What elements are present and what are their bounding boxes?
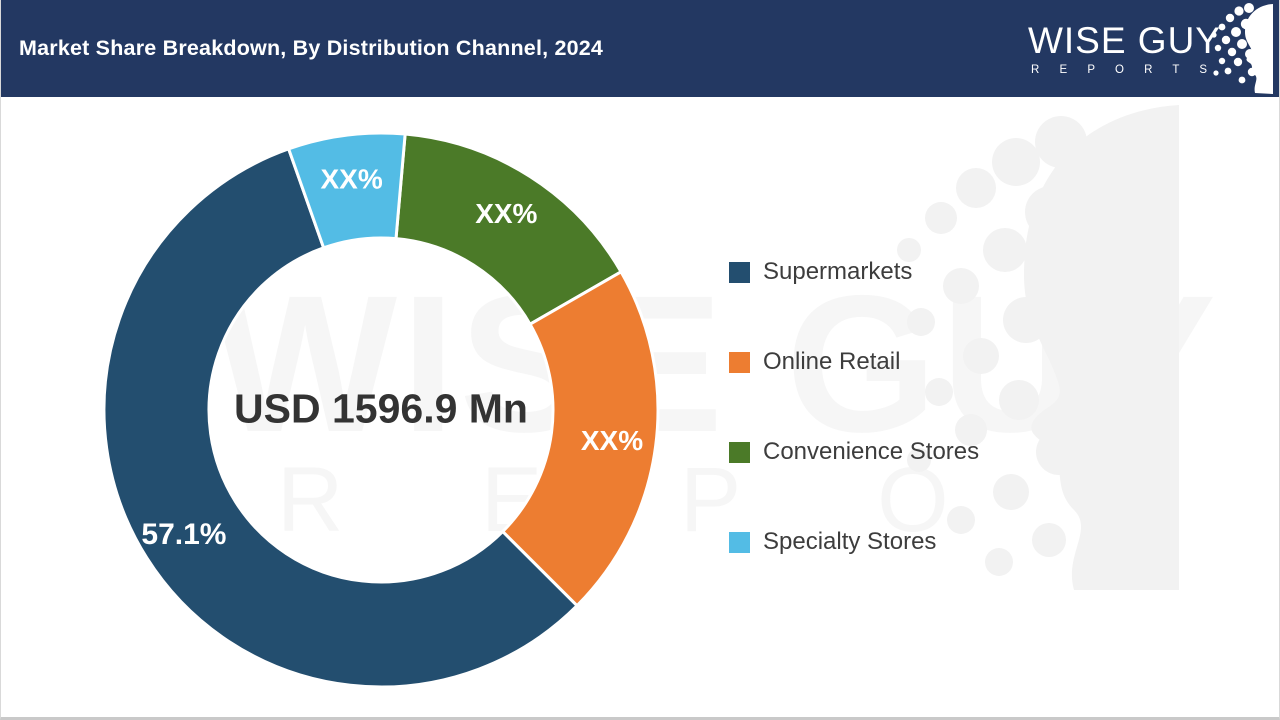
slice-value-label: 57.1% — [141, 518, 226, 551]
slice-value-label: XX% — [321, 163, 383, 194]
legend-item-online-retail: Online Retail — [729, 317, 979, 407]
logo-wordmark: WISE GUY — [1027, 19, 1221, 61]
slice-value-label: XX% — [581, 425, 643, 456]
chart-title: Market Share Breakdown, By Distribution … — [19, 36, 604, 60]
legend-label: Convenience Stores — [763, 438, 980, 465]
slice-value-label: XX% — [475, 198, 537, 229]
legend-swatch — [729, 261, 750, 283]
legend-swatch — [729, 441, 750, 463]
legend-item-supermarkets: Supermarkets — [729, 227, 979, 317]
legend-swatch — [729, 351, 750, 373]
report-chart-page: Market Share Breakdown, By Distribution … — [0, 0, 1280, 720]
legend-swatch — [729, 531, 750, 553]
legend-label: Online Retail — [763, 348, 901, 375]
legend-label: Specialty Stores — [763, 528, 937, 555]
header: Market Share Breakdown, By Distribution … — [1, 0, 1279, 97]
donut-chart: XX% XX% 57.1% XX% — [102, 131, 660, 689]
legend-label: Supermarkets — [763, 258, 913, 285]
legend-item-convenience-stores: Convenience Stores — [729, 407, 979, 497]
chart-total-label: USD 1596.9 Mn — [234, 385, 528, 432]
logo-face-icon — [1211, 2, 1273, 94]
legend-item-specialty-stores: Specialty Stores — [729, 497, 979, 587]
wiseguy-logo: WISE GUY R E P O R T S — [1027, 2, 1273, 95]
logo-subtitle: R E P O R T S — [1030, 63, 1216, 76]
legend: Supermarkets Online Retail Convenience Sto… — [729, 227, 979, 587]
